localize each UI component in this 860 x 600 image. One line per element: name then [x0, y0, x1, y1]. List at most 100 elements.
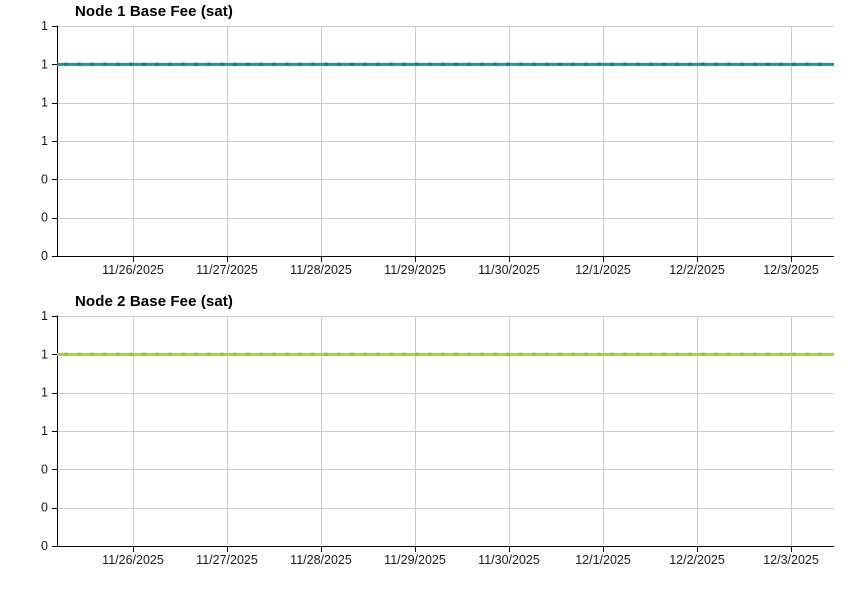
series-marker [480, 352, 484, 357]
series-marker [246, 62, 250, 67]
y-tick-label: 1 [41, 19, 48, 33]
series-marker [519, 62, 523, 67]
y-tick-label: 0 [41, 462, 48, 476]
series-marker [571, 62, 575, 67]
y-tick-label: 0 [41, 211, 48, 225]
series-marker [519, 352, 523, 357]
series-marker [597, 352, 601, 357]
series-marker [584, 62, 588, 67]
y-tick-label: 0 [41, 539, 48, 553]
x-tick-label: 11/27/2025 [196, 263, 258, 277]
series-marker [480, 62, 484, 67]
series-marker [558, 62, 562, 67]
series-marker [623, 62, 627, 67]
series-marker [506, 352, 510, 357]
series-marker [168, 352, 172, 357]
series-marker [337, 62, 341, 67]
series-marker [818, 352, 822, 357]
series-marker [272, 62, 276, 67]
series-marker [545, 352, 549, 357]
series-marker [155, 62, 159, 67]
series-marker [90, 62, 94, 67]
series-marker [233, 62, 237, 67]
series-marker [649, 352, 653, 357]
series-marker [194, 352, 198, 357]
series-marker [116, 62, 120, 67]
series-marker [467, 62, 471, 67]
x-tick-label: 11/28/2025 [290, 553, 352, 567]
y-tick-label: 1 [41, 96, 48, 110]
y-tick-label: 0 [41, 501, 48, 515]
y-tick-label: 0 [41, 172, 48, 186]
series-marker [77, 352, 81, 357]
series-marker [376, 352, 380, 357]
y-tick-label: 1 [41, 347, 48, 361]
series-marker [207, 62, 211, 67]
series-marker [597, 62, 601, 67]
series-marker [129, 352, 133, 357]
series-marker [532, 352, 536, 357]
series-marker [389, 352, 393, 357]
chart-node1-title: Node 1 Base Fee (sat) [75, 3, 233, 20]
series-marker [805, 62, 809, 67]
series-marker [740, 352, 744, 357]
x-tick-label: 12/3/2025 [763, 553, 819, 567]
series-marker [389, 62, 393, 67]
series-marker [207, 352, 211, 357]
series-marker [363, 62, 367, 67]
y-tick-label: 1 [41, 386, 48, 400]
series-marker [155, 352, 159, 357]
series-marker [610, 352, 614, 357]
series-marker [727, 62, 731, 67]
y-tick-label: 0 [41, 249, 48, 263]
series-marker [714, 62, 718, 67]
series-marker [727, 352, 731, 357]
series-marker [324, 352, 328, 357]
series-marker [805, 352, 809, 357]
chart-node2-plot-area: 1 1 1 1 0 0 0 11/26/2025 11/27/2025 11/28/2025 11/… [41, 309, 834, 567]
series-marker [402, 62, 406, 67]
series-marker [766, 62, 770, 67]
series-marker [766, 352, 770, 357]
series-marker [415, 62, 419, 67]
x-tick-label: 12/3/2025 [763, 263, 819, 277]
x-tick-label: 11/26/2025 [102, 553, 164, 567]
series-marker [545, 62, 549, 67]
series-marker [363, 352, 367, 357]
series-marker [454, 62, 458, 67]
series-marker [181, 352, 185, 357]
series-marker [701, 62, 705, 67]
series-marker [636, 352, 640, 357]
series-marker [116, 352, 120, 357]
series-marker [636, 62, 640, 67]
series-marker [376, 62, 380, 67]
series-marker [584, 352, 588, 357]
series-marker [792, 62, 796, 67]
series-marker [285, 62, 289, 67]
series-marker [662, 352, 666, 357]
y-tick-label: 1 [41, 309, 48, 323]
series-marker [675, 352, 679, 357]
series-marker [311, 62, 315, 67]
series-marker [77, 62, 81, 67]
series-marker [272, 352, 276, 357]
series-marker [428, 62, 432, 67]
series-marker [753, 352, 757, 357]
series-marker [168, 62, 172, 67]
series-marker [350, 352, 354, 357]
series-marker [142, 352, 146, 357]
y-tick-label: 1 [41, 134, 48, 148]
x-tick-label: 11/28/2025 [290, 263, 352, 277]
chart-node2-base-fee: 1 1 1 1 0 0 0 11/26/2025 11/27/2025 11/28/2025 11/… [0, 290, 860, 580]
series-marker [298, 352, 302, 357]
series-marker [324, 62, 328, 67]
x-tick-label: 11/30/2025 [478, 553, 540, 567]
series-marker [558, 352, 562, 357]
x-tick-label: 11/30/2025 [478, 263, 540, 277]
series-marker [64, 352, 68, 357]
tick-labels: 1 1 1 1 0 0 0 11/26/2025 11/27/2025 11/28/2025 11/… [41, 19, 819, 277]
series-marker [610, 62, 614, 67]
series-marker [181, 62, 185, 67]
series-marker [649, 62, 653, 67]
gridlines [57, 26, 834, 256]
